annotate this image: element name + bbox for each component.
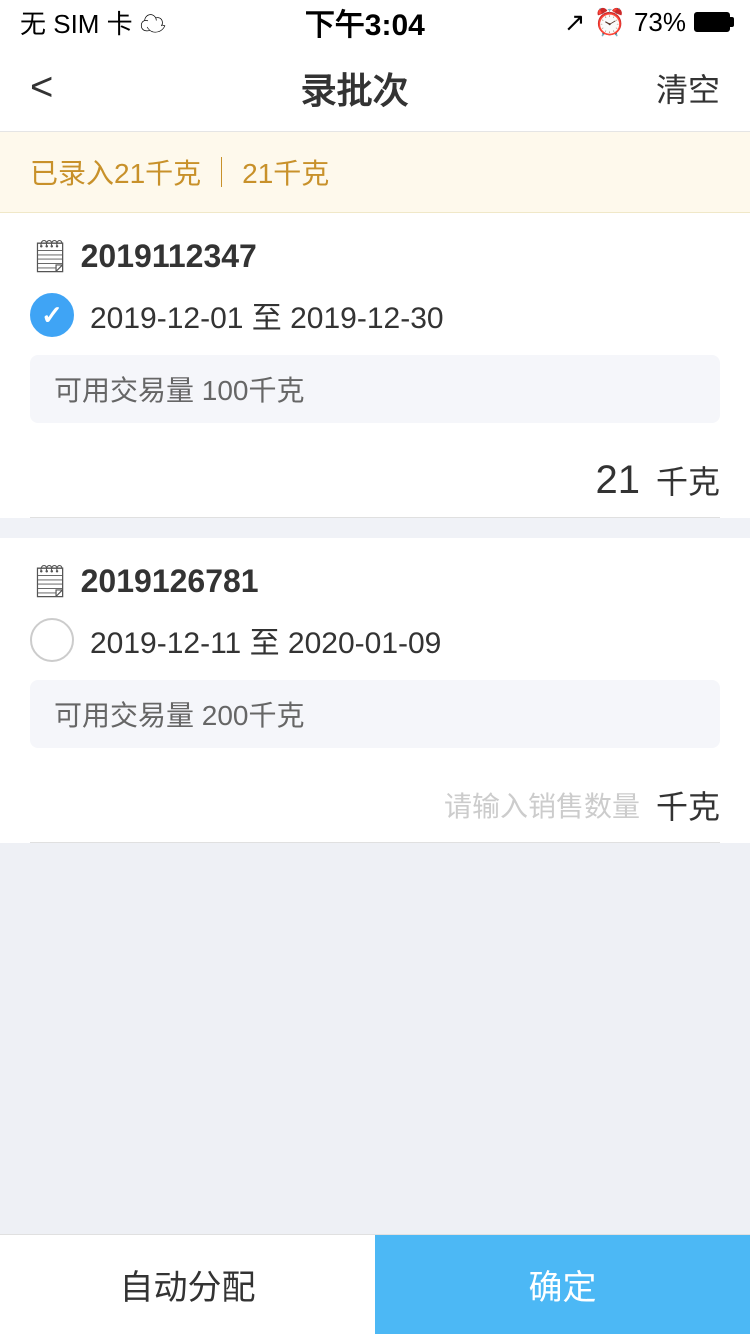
batch-icon-2: 🗒 bbox=[30, 562, 71, 600]
batch-icon-1: 🗒 bbox=[30, 237, 71, 275]
battery-percent: 73% bbox=[634, 7, 686, 38]
status-time: 下午3:04 bbox=[305, 0, 425, 44]
location-icon: ↗ bbox=[564, 7, 586, 38]
recorded-amount: 已录入21千克 bbox=[30, 152, 201, 192]
sim-label: 无 SIM 卡 ☁ bbox=[20, 4, 166, 41]
batch-input-row-2: 千克 bbox=[0, 768, 750, 842]
batch-input-2[interactable] bbox=[390, 787, 640, 824]
batch-qty-2: 可用交易量 200千克 bbox=[30, 680, 720, 748]
total-amount: 21千克 bbox=[242, 152, 329, 192]
back-button[interactable]: < bbox=[30, 65, 53, 110]
footer-space bbox=[0, 843, 750, 1243]
info-divider bbox=[221, 157, 222, 187]
batch-unit-2: 千克 bbox=[656, 782, 720, 828]
batch-header-1: 🗒 2019112347 bbox=[0, 213, 750, 285]
confirm-button[interactable]: 确定 bbox=[375, 1235, 750, 1334]
batch-qty-1: 可用交易量 100千克 bbox=[30, 355, 720, 423]
status-right: ↗ ⏰ 73% bbox=[564, 7, 730, 38]
batch-separator bbox=[0, 518, 750, 538]
page-title: 录批次 bbox=[301, 62, 409, 114]
clear-button[interactable]: 清空 bbox=[656, 65, 720, 111]
batch-date-row-1: 2019-12-01 至 2019-12-30 bbox=[0, 285, 750, 345]
batch-date-2: 2019-12-11 至 2020-01-09 bbox=[90, 618, 441, 662]
status-bar: 无 SIM 卡 ☁ 下午3:04 ↗ ⏰ 73% bbox=[0, 0, 750, 44]
battery-icon bbox=[694, 12, 730, 32]
nav-bar: < 录批次 清空 bbox=[0, 44, 750, 132]
batch-header-2: 🗒 2019126781 bbox=[0, 538, 750, 610]
batch-input-value-1: 21 bbox=[595, 458, 640, 503]
batch-date-1: 2019-12-01 至 2019-12-30 bbox=[90, 293, 444, 337]
bottom-bar: 自动分配 确定 bbox=[0, 1234, 750, 1334]
batch-number-1: 2019112347 bbox=[81, 238, 257, 275]
batch-unit-1: 千克 bbox=[656, 457, 720, 503]
status-left: 无 SIM 卡 ☁ bbox=[20, 4, 166, 41]
batch-radio-2[interactable] bbox=[30, 618, 74, 662]
batch-item-2: 🗒 2019126781 2019-12-11 至 2020-01-09 可用交… bbox=[0, 538, 750, 843]
batch-item-1: 🗒 2019112347 2019-12-01 至 2019-12-30 可用交… bbox=[0, 213, 750, 518]
batch-input-row-1: 21 千克 bbox=[0, 443, 750, 517]
batch-number-2: 2019126781 bbox=[81, 563, 259, 600]
auto-distribute-button[interactable]: 自动分配 bbox=[0, 1235, 375, 1334]
batch-radio-1[interactable] bbox=[30, 293, 74, 337]
batch-date-row-2: 2019-12-11 至 2020-01-09 bbox=[0, 610, 750, 670]
info-banner: 已录入21千克 21千克 bbox=[0, 132, 750, 213]
alarm-icon: ⏰ bbox=[594, 7, 626, 38]
